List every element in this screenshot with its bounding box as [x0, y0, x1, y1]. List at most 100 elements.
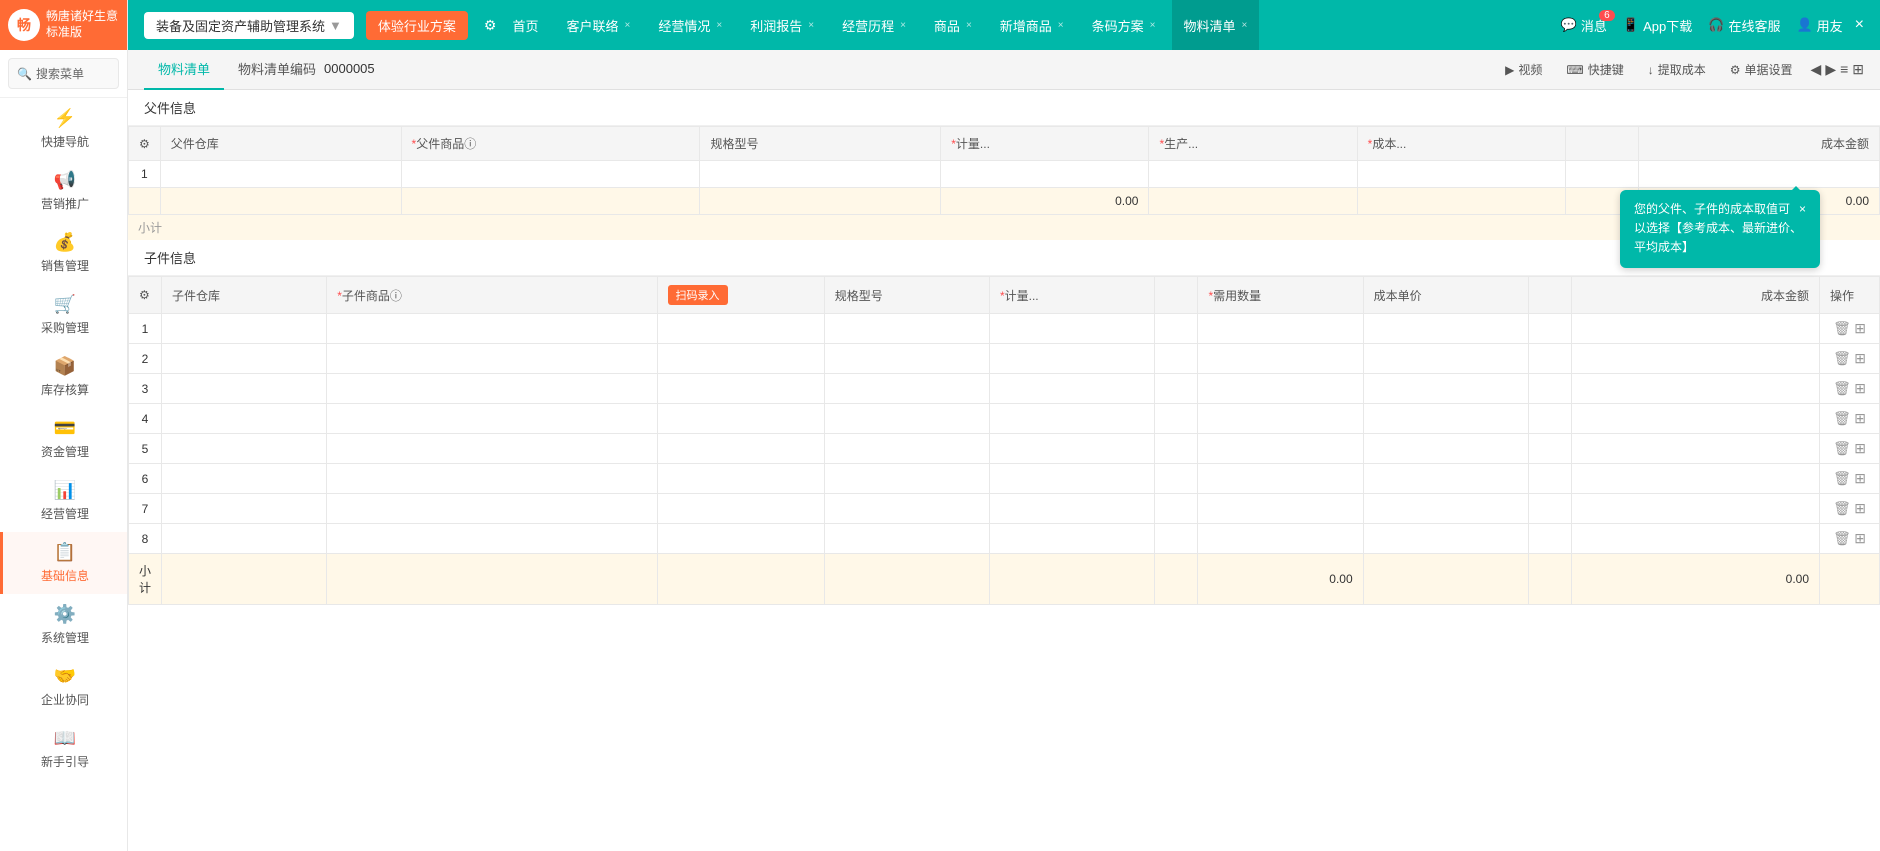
child-row-1-warehouse[interactable]: [162, 314, 327, 344]
child-row-5-product[interactable]: [327, 434, 657, 464]
child-row-1-product[interactable]: [327, 314, 657, 344]
tab-home[interactable]: 首页: [500, 0, 550, 50]
child-row-5-needed[interactable]: [1198, 434, 1363, 464]
parent-row-1-cost[interactable]: [1357, 161, 1565, 188]
tab-new-product[interactable]: 新增商品 ×: [988, 0, 1076, 50]
child-row-7-product[interactable]: [327, 494, 657, 524]
delete-icon-row8[interactable]: 🗑: [1833, 530, 1851, 546]
child-row-2-needed[interactable]: [1198, 344, 1363, 374]
child-row-5-spec[interactable]: [824, 434, 989, 464]
user-menu[interactable]: 👤 用友: [1796, 16, 1842, 35]
parent-row-1-product[interactable]: [401, 161, 700, 188]
child-row-6-unit-cost[interactable]: [1363, 464, 1528, 494]
close-tab-bom[interactable]: ×: [1242, 20, 1248, 31]
child-row-3-spec[interactable]: [824, 374, 989, 404]
copy-icon-row6[interactable]: ⊞: [1854, 470, 1866, 486]
child-row-3-unit-cost[interactable]: [1363, 374, 1528, 404]
child-row-6-spec[interactable]: [824, 464, 989, 494]
close-topbar-icon[interactable]: ×: [1855, 16, 1864, 34]
tab-customer[interactable]: 客户联络 ×: [554, 0, 642, 50]
close-tab-customer[interactable]: ×: [625, 20, 631, 31]
child-row-7-warehouse[interactable]: [162, 494, 327, 524]
page-tab-bom-code[interactable]: 物料清单编码 0000005: [224, 50, 389, 90]
child-row-4-qty[interactable]: [989, 404, 1154, 434]
app-download-button[interactable]: 📱 App下载: [1623, 16, 1692, 35]
sidebar-item-purchase[interactable]: 🛒 采购管理: [0, 284, 127, 346]
child-row-3-needed[interactable]: [1198, 374, 1363, 404]
next-arrow-icon[interactable]: ▶: [1825, 61, 1836, 78]
child-row-7-unit-cost[interactable]: [1363, 494, 1528, 524]
sidebar-item-enterprise[interactable]: 🤝 企业协同: [0, 656, 127, 718]
child-row-2-spec[interactable]: [824, 344, 989, 374]
child-row-6-needed[interactable]: [1198, 464, 1363, 494]
child-row-8-unit-cost[interactable]: [1363, 524, 1528, 554]
copy-icon-row7[interactable]: ⊞: [1854, 500, 1866, 516]
delete-icon-row1[interactable]: 🗑: [1833, 320, 1851, 336]
shortcut-button[interactable]: ⌨ 快捷键: [1560, 58, 1629, 81]
child-row-2-warehouse[interactable]: [162, 344, 327, 374]
child-row-6-qty[interactable]: [989, 464, 1154, 494]
parent-row-1-warehouse[interactable]: [160, 161, 401, 188]
sidebar-item-finance[interactable]: 💳 资金管理: [0, 408, 127, 470]
close-tab-new-product[interactable]: ×: [1058, 20, 1064, 31]
tab-product[interactable]: 商品 ×: [922, 0, 984, 50]
child-row-8-spec[interactable]: [824, 524, 989, 554]
copy-icon-row2[interactable]: ⊞: [1854, 350, 1866, 366]
child-row-5-unit-cost[interactable]: [1363, 434, 1528, 464]
copy-icon-row8[interactable]: ⊞: [1854, 530, 1866, 546]
child-row-4-unit-cost[interactable]: [1363, 404, 1528, 434]
message-button[interactable]: 💬 消息 6: [1561, 16, 1607, 35]
child-row-3-product[interactable]: [327, 374, 657, 404]
sidebar-item-basic-info[interactable]: 📋 基础信息: [0, 532, 127, 594]
child-row-5-qty[interactable]: [989, 434, 1154, 464]
copy-icon-row1[interactable]: ⊞: [1854, 320, 1866, 336]
tab-operations[interactable]: 经营情况 ×: [646, 0, 734, 50]
close-tab-profit[interactable]: ×: [808, 20, 814, 31]
copy-icon-row4[interactable]: ⊞: [1854, 410, 1866, 426]
sidebar-item-inventory[interactable]: 📦 库存核算: [0, 346, 127, 408]
child-row-7-qty[interactable]: [989, 494, 1154, 524]
search-menu-button[interactable]: 🔍 搜索菜单: [8, 58, 119, 89]
tab-profit[interactable]: 利润报告 ×: [738, 0, 826, 50]
grid-icon[interactable]: ⊞: [1852, 61, 1864, 78]
parent-row-1-spec[interactable]: [700, 161, 941, 188]
delete-icon-row4[interactable]: 🗑: [1833, 410, 1851, 426]
sidebar-item-quick-nav[interactable]: ⚡ 快捷导航: [0, 98, 127, 160]
child-row-3-warehouse[interactable]: [162, 374, 327, 404]
close-tab-history[interactable]: ×: [900, 20, 906, 31]
child-row-1-spec[interactable]: [824, 314, 989, 344]
online-support-button[interactable]: 🎧 在线客服: [1708, 16, 1780, 35]
delete-icon-row3[interactable]: 🗑: [1833, 380, 1851, 396]
child-row-2-qty[interactable]: [989, 344, 1154, 374]
tooltip-close-button[interactable]: ×: [1799, 200, 1806, 219]
child-row-7-needed[interactable]: [1198, 494, 1363, 524]
sidebar-item-sales[interactable]: 💰 销售管理: [0, 222, 127, 284]
child-row-2-unit-cost[interactable]: [1363, 344, 1528, 374]
extract-cost-button[interactable]: ↓ 提取成本: [1642, 58, 1712, 81]
sidebar-item-guide[interactable]: 📖 新手引导: [0, 718, 127, 780]
child-row-8-product[interactable]: [327, 524, 657, 554]
child-row-1-needed[interactable]: [1198, 314, 1363, 344]
parent-row-1-production[interactable]: [1149, 161, 1357, 188]
child-row-7-spec[interactable]: [824, 494, 989, 524]
copy-icon-row5[interactable]: ⊞: [1854, 440, 1866, 456]
child-row-5-warehouse[interactable]: [162, 434, 327, 464]
child-row-2-product[interactable]: [327, 344, 657, 374]
child-row-6-product[interactable]: [327, 464, 657, 494]
close-tab-operations[interactable]: ×: [716, 20, 722, 31]
menu-icon[interactable]: ≡: [1840, 61, 1848, 78]
child-row-1-unit-cost[interactable]: [1363, 314, 1528, 344]
settings-icon[interactable]: ⚙: [484, 17, 497, 34]
child-row-4-needed[interactable]: [1198, 404, 1363, 434]
scan-input-button[interactable]: 扫码录入: [668, 285, 728, 305]
delete-icon-row2[interactable]: 🗑: [1833, 350, 1851, 366]
child-row-3-qty[interactable]: [989, 374, 1154, 404]
page-tab-bom-list[interactable]: 物料清单: [144, 50, 224, 90]
single-settings-button[interactable]: ⚙ 单据设置: [1724, 58, 1799, 81]
sidebar-item-system[interactable]: ⚙️ 系统管理: [0, 594, 127, 656]
parent-row-1-qty[interactable]: [941, 161, 1149, 188]
tab-history[interactable]: 经营历程 ×: [830, 0, 918, 50]
tab-barcode[interactable]: 条码方案 ×: [1080, 0, 1168, 50]
delete-icon-row6[interactable]: 🗑: [1833, 470, 1851, 486]
child-row-4-warehouse[interactable]: [162, 404, 327, 434]
